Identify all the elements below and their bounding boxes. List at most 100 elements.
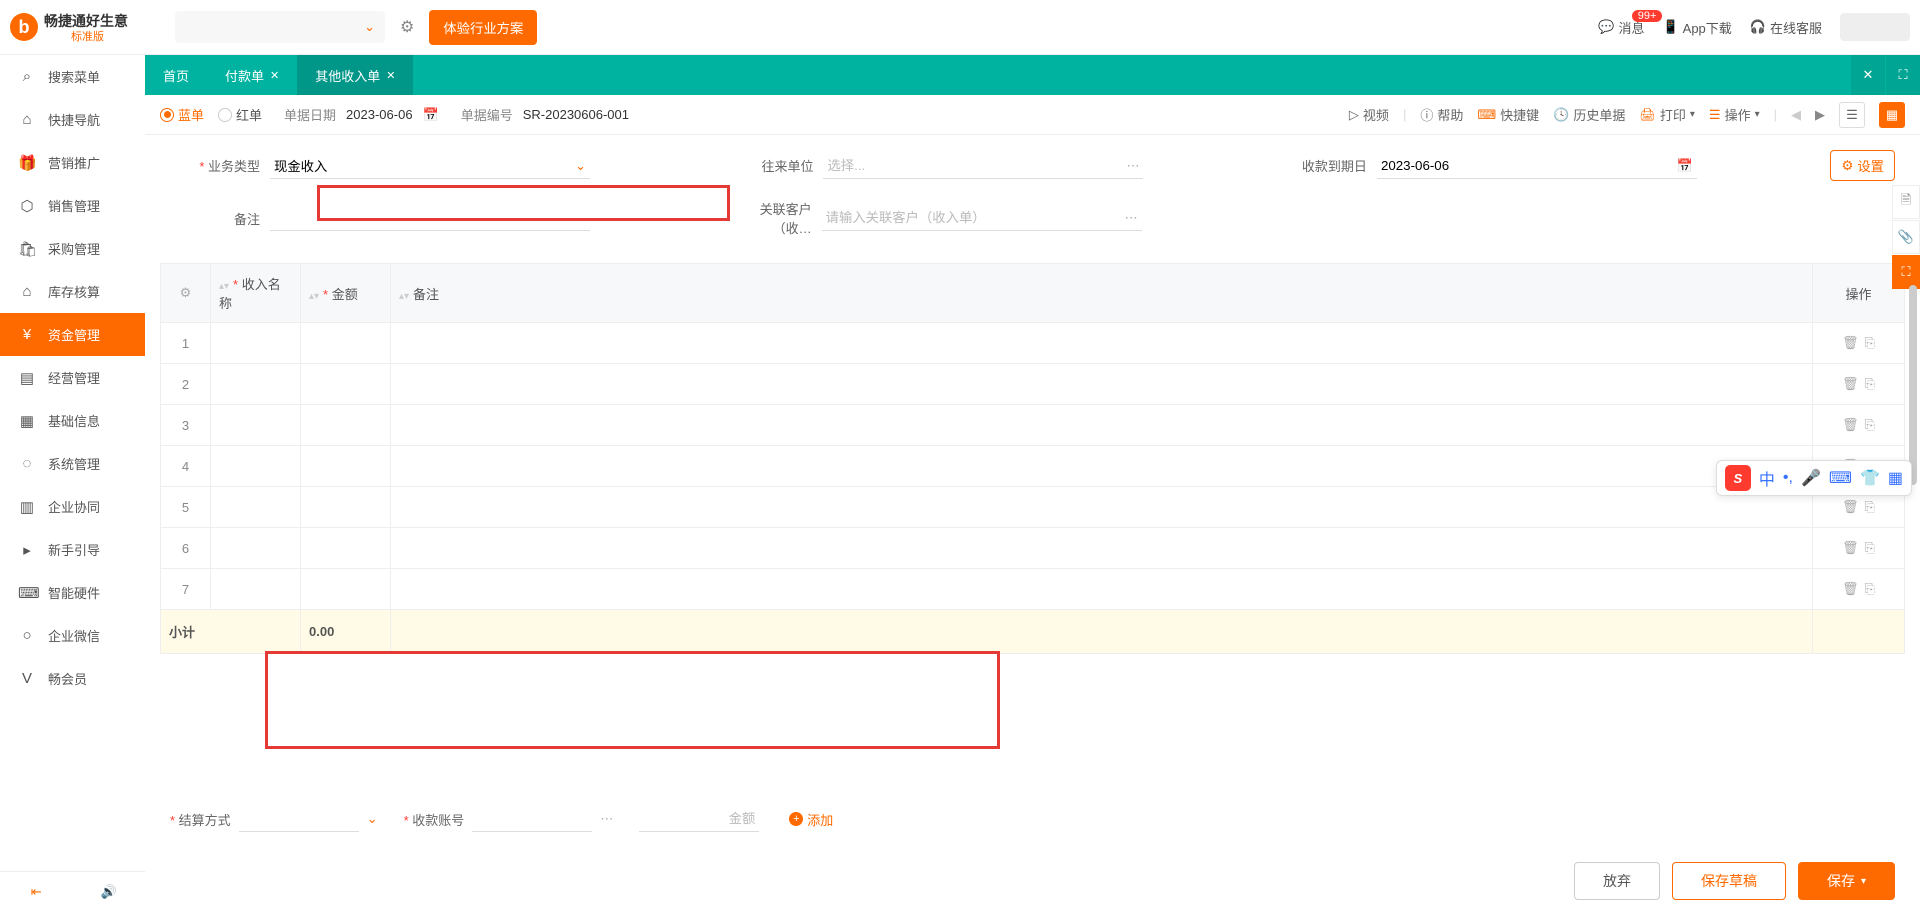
rel-customer-input[interactable] [822,205,1142,231]
scrollbar[interactable] [1909,285,1917,485]
experience-button[interactable]: 体验行业方案 [429,10,537,45]
sidebar-item[interactable]: ⌂快捷导航 [0,98,145,141]
copy-icon[interactable]: ⎘ [1865,376,1875,391]
cell-income-name[interactable] [211,364,301,405]
partner-input[interactable] [823,153,1143,179]
cell-income-name[interactable] [211,405,301,446]
close-icon[interactable]: ✕ [386,69,395,82]
sidebar-item[interactable]: ◌系统管理 [0,442,145,485]
close-icon[interactable]: ✕ [270,69,279,82]
sidebar-item[interactable]: ⌂库存核算 [0,270,145,313]
copy-icon[interactable]: ⎘ [1865,335,1875,350]
delete-icon[interactable]: 🗑 [1842,335,1859,350]
sidebar-item[interactable]: 🎁营销推广 [0,141,145,184]
th-income-name[interactable]: ▴▾收入名称 [211,264,301,323]
chevron-down-icon[interactable]: ⌄ [367,811,378,827]
rail-expand-button[interactable]: ⛶ [1892,255,1920,289]
cell-amount[interactable] [301,528,391,569]
next-icon[interactable]: ▶ [1815,107,1825,123]
view-form-button[interactable]: ▦ [1879,102,1905,128]
org-selector[interactable]: ⌄ [175,11,385,43]
delete-icon[interactable]: 🗑 [1842,540,1859,555]
sidebar-item[interactable]: ▦基础信息 [0,399,145,442]
tab[interactable]: 付款单✕ [207,55,297,95]
cell-amount[interactable] [301,487,391,528]
print-link[interactable]: 🖨打印▾ [1639,105,1695,124]
sidebar-item[interactable]: ▥企业协同 [0,485,145,528]
cell-income-name[interactable] [211,487,301,528]
ime-mic-icon[interactable]: 🎤 [1801,468,1821,488]
cell-remark[interactable] [391,446,1813,487]
ime-mode-label[interactable]: 中 [1759,466,1775,490]
cell-remark[interactable] [391,364,1813,405]
chevron-down-icon[interactable]: ⌄ [575,158,586,174]
radio-blue[interactable]: 蓝单 [160,105,204,124]
copy-icon[interactable]: ⎘ [1865,540,1875,555]
tab[interactable]: 首页 [145,55,207,95]
copy-icon[interactable]: ⎘ [1865,581,1875,596]
customer-service-link[interactable]: 🎧 在线客服 [1750,18,1822,37]
table-row[interactable]: 5🗑⎘ [161,487,1905,528]
cell-income-name[interactable] [211,446,301,487]
sidebar-item[interactable]: 🛍采购管理 [0,227,145,270]
history-link[interactable]: 🕓历史单据 [1553,105,1625,124]
th-gear[interactable]: ⚙ [161,264,211,323]
delete-icon[interactable]: 🗑 [1842,499,1859,514]
save-button[interactable]: 保存▾ [1798,862,1895,900]
ime-toolbar[interactable]: S 中 •, 🎤 ⌨ 👕 ▦ [1716,460,1912,496]
cell-income-name[interactable] [211,323,301,364]
sidebar-item[interactable]: ⌕搜索菜单 [0,55,145,98]
help-link[interactable]: ⓘ帮助 [1420,105,1463,124]
add-settlement-button[interactable]: + 添加 [789,810,833,829]
table-row[interactable]: 3🗑⎘ [161,405,1905,446]
messages-link[interactable]: 💬 消息 99+ [1598,18,1644,37]
radio-red[interactable]: 红单 [218,105,262,124]
account-input[interactable] [472,806,592,832]
sidebar-collapse-button[interactable]: ⇤ [0,872,73,912]
cell-income-name[interactable] [211,528,301,569]
user-avatar[interactable] [1840,13,1910,41]
ime-keyboard-icon[interactable]: ⌨ [1829,468,1852,488]
sidebar-item[interactable]: ⬡销售管理 [0,184,145,227]
cell-remark[interactable] [391,487,1813,528]
th-remark[interactable]: ▴▾备注 [391,264,1813,323]
settle-amount-input[interactable] [639,806,759,832]
biz-type-input[interactable] [270,153,590,179]
cell-remark[interactable] [391,323,1813,364]
cell-remark[interactable] [391,528,1813,569]
cell-income-name[interactable] [211,569,301,610]
copy-icon[interactable]: ⎘ [1865,417,1875,432]
table-row[interactable]: 7🗑⎘ [161,569,1905,610]
sidebar-item[interactable]: ▤经营管理 [0,356,145,399]
delete-icon[interactable]: 🗑 [1842,417,1859,432]
remark-input[interactable] [270,205,590,231]
view-list-button[interactable]: ☰ [1839,102,1865,128]
cell-amount[interactable] [301,446,391,487]
delete-icon[interactable]: 🗑 [1842,376,1859,391]
calendar-icon[interactable]: 📅 [1677,158,1693,174]
table-row[interactable]: 6🗑⎘ [161,528,1905,569]
tab-fullscreen-button[interactable]: ⛶ [1886,55,1920,95]
copy-icon[interactable]: ⎘ [1865,499,1875,514]
th-amount[interactable]: ▴▾金额 [301,264,391,323]
more-icon[interactable]: ⋯ [1125,210,1138,226]
hotkey-link[interactable]: ⌨快捷键 [1477,105,1539,124]
delete-icon[interactable]: 🗑 [1842,581,1859,596]
ops-link[interactable]: ☰操作▾ [1709,105,1760,124]
tab[interactable]: 其他收入单✕ [297,55,413,95]
table-row[interactable]: 4🗑⎘ [161,446,1905,487]
app-download-link[interactable]: 📱 App下载 [1662,18,1731,37]
table-row[interactable]: 1🗑⎘ [161,323,1905,364]
settle-method-input[interactable] [239,806,359,832]
gear-icon[interactable]: ⚙ [400,17,414,37]
ime-toolbox-icon[interactable]: ▦ [1888,468,1903,488]
ime-skin-icon[interactable]: 👕 [1860,468,1880,488]
sidebar-sound-button[interactable]: 🔊 [73,872,146,912]
due-date-input[interactable] [1377,153,1697,179]
prev-icon[interactable]: ◀ [1791,107,1801,123]
table-row[interactable]: 2🗑⎘ [161,364,1905,405]
cell-amount[interactable] [301,569,391,610]
calendar-icon[interactable]: 📅 [423,107,439,123]
sidebar-item[interactable]: ▸新手引导 [0,528,145,571]
more-icon[interactable]: ⋯ [1126,158,1139,174]
